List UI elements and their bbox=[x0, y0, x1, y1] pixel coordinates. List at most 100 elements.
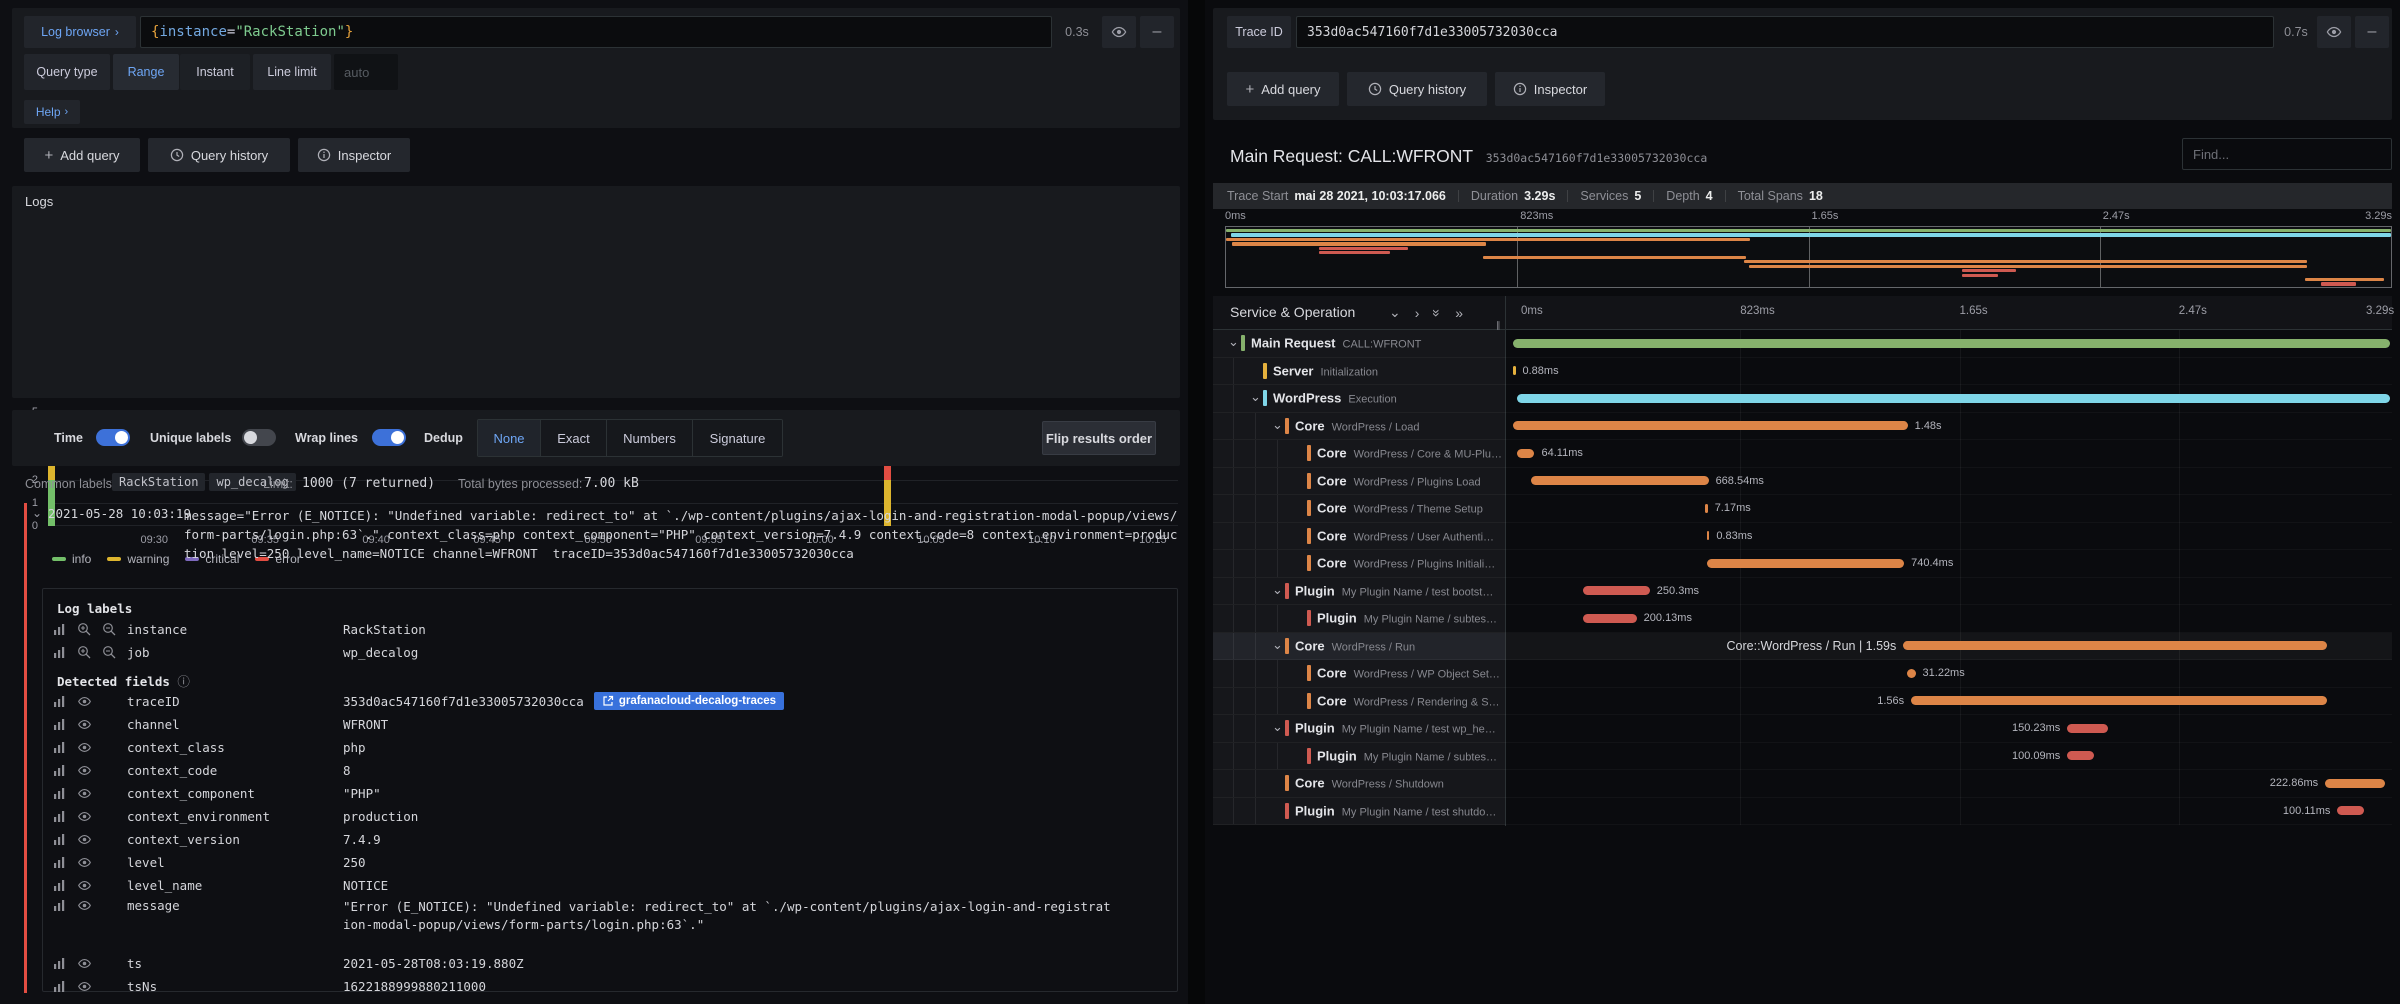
span-row[interactable]: Plugin My Plugin Name / subtes… 100.09ms bbox=[1213, 742, 2392, 770]
span-duration-bar[interactable] bbox=[2067, 751, 2094, 761]
span-name-cell[interactable]: ⌄ WordPress Execution bbox=[1213, 385, 1505, 413]
span-name-cell[interactable]: ⌄ Plugin My Plugin Name / test bootst… bbox=[1213, 577, 1505, 605]
span-duration-bar[interactable] bbox=[2337, 806, 2365, 816]
span-duration-bar[interactable] bbox=[2067, 723, 2108, 733]
span-timeline-cell[interactable]: 740.4ms bbox=[1505, 550, 2392, 578]
span-name-cell[interactable]: Core WordPress / User Authenti… bbox=[1213, 522, 1505, 550]
span-duration-bar[interactable] bbox=[1906, 668, 1916, 678]
span-row[interactable]: Plugin My Plugin Name / test shutdo… 100.1… bbox=[1213, 797, 2392, 825]
span-duration-bar[interactable] bbox=[1583, 586, 1650, 596]
filter-out-value-icon[interactable] bbox=[102, 622, 116, 636]
derived-field-trace-link[interactable]: grafanacloud-decalog-traces bbox=[593, 692, 785, 710]
stats-icon[interactable] bbox=[53, 856, 66, 869]
span-duration-bar[interactable] bbox=[1583, 613, 1637, 623]
span-row[interactable]: ⌄ Core WordPress / Run Core::WordPress / Ru… bbox=[1213, 632, 2392, 660]
span-row[interactable]: Core WordPress / Rendering & S… 1.56s bbox=[1213, 687, 2392, 716]
span-timeline-cell[interactable]: 1.56s bbox=[1505, 688, 2392, 716]
filter-for-value-icon[interactable] bbox=[77, 622, 91, 636]
span-duration-bar[interactable] bbox=[1911, 696, 2327, 706]
span-timeline-cell[interactable]: 64.11ms bbox=[1505, 440, 2392, 468]
stats-icon[interactable] bbox=[53, 764, 66, 777]
span-name-cell[interactable]: ⌄ Core WordPress / Run bbox=[1213, 632, 1505, 660]
span-name-cell[interactable]: Core WordPress / WP Object Set… bbox=[1213, 660, 1505, 688]
query-type-range[interactable]: Range bbox=[113, 54, 179, 90]
span-name-cell[interactable]: Core WordPress / Plugins Initiali… bbox=[1213, 550, 1505, 578]
span-name-cell[interactable]: Core WordPress / Theme Setup bbox=[1213, 495, 1505, 523]
span-name-cell[interactable]: ⌄ Plugin My Plugin Name / test wp_he… bbox=[1213, 715, 1505, 743]
span-duration-bar[interactable] bbox=[1517, 448, 1535, 458]
span-timeline-cell[interactable]: 7.17ms bbox=[1505, 495, 2392, 523]
hide-response-button[interactable] bbox=[1102, 16, 1136, 48]
span-row[interactable]: ⌄ WordPress Execution bbox=[1213, 385, 2392, 413]
span-row[interactable]: ⌄ Core WordPress / Load 1.48s bbox=[1213, 412, 2392, 441]
span-row[interactable]: Core WordPress / Plugins Initiali… 740.4ms bbox=[1213, 550, 2392, 578]
line-limit-input[interactable]: auto bbox=[334, 54, 398, 90]
show-field-icon[interactable] bbox=[77, 832, 92, 847]
span-collapse-chevron-icon[interactable]: ⌄ bbox=[1228, 335, 1239, 348]
span-name-cell[interactable]: Plugin My Plugin Name / subtes… bbox=[1213, 742, 1505, 770]
span-duration-bar[interactable] bbox=[1513, 366, 1516, 376]
expand-one-chevron-right-icon[interactable]: › bbox=[1415, 305, 1420, 321]
show-field-icon[interactable] bbox=[77, 979, 92, 994]
span-row[interactable]: Core WordPress / Shutdown 222.86ms bbox=[1213, 770, 2392, 798]
log-row-collapse-chevron-icon[interactable]: ⌄ bbox=[32, 506, 42, 520]
span-timeline-cell[interactable]: 0.83ms bbox=[1505, 523, 2392, 551]
span-row[interactable]: Core WordPress / Theme Setup 7.17ms bbox=[1213, 495, 2392, 523]
span-timeline-cell[interactable]: 1.48s bbox=[1505, 413, 2392, 441]
span-row[interactable]: ⌄ Plugin My Plugin Name / test bootst… 250.… bbox=[1213, 577, 2392, 606]
show-field-icon[interactable] bbox=[77, 878, 92, 893]
show-field-icon[interactable] bbox=[77, 956, 92, 971]
show-field-icon[interactable] bbox=[77, 898, 92, 913]
expand-all-double-chevron-icon[interactable]: » bbox=[1455, 305, 1463, 321]
span-duration-bar[interactable] bbox=[1513, 338, 2390, 348]
add-query-button[interactable]: + Add query bbox=[1227, 72, 1339, 106]
span-collapse-chevron-icon[interactable]: ⌄ bbox=[1272, 418, 1283, 431]
span-name-cell[interactable]: Server Initialization bbox=[1213, 357, 1505, 385]
collapse-one-chevron-down-icon[interactable]: ⌄ bbox=[1389, 304, 1401, 321]
span-timeline-cell[interactable]: 222.86ms bbox=[1505, 770, 2392, 798]
span-name-cell[interactable]: Core WordPress / Plugins Load bbox=[1213, 467, 1505, 495]
show-field-icon[interactable] bbox=[77, 763, 92, 778]
inspector-button[interactable]: Inspector bbox=[298, 138, 410, 172]
show-field-icon[interactable] bbox=[77, 855, 92, 870]
span-duration-bar[interactable] bbox=[2325, 778, 2385, 788]
show-field-icon[interactable] bbox=[77, 694, 92, 709]
span-row[interactable]: Server Initialization 0.88ms bbox=[1213, 357, 2392, 385]
span-row[interactable]: ⌄ Plugin My Plugin Name / test wp_he… 150.2… bbox=[1213, 715, 2392, 743]
trace-minimap[interactable] bbox=[1225, 226, 2392, 288]
span-row[interactable]: Core WordPress / Plugins Load 668.54ms bbox=[1213, 467, 2392, 495]
span-timeline-cell[interactable]: 200.13ms bbox=[1505, 605, 2392, 633]
filter-for-value-icon[interactable] bbox=[77, 645, 91, 659]
span-duration-bar[interactable] bbox=[1706, 531, 1710, 541]
span-name-cell[interactable]: Plugin My Plugin Name / subtes… bbox=[1213, 605, 1505, 633]
stats-icon[interactable] bbox=[53, 899, 66, 912]
show-field-icon[interactable] bbox=[77, 740, 92, 755]
stats-icon[interactable] bbox=[53, 741, 66, 754]
span-duration-bar[interactable] bbox=[1903, 641, 2327, 651]
logql-query-input[interactable]: {instance = "RackStation"} bbox=[140, 16, 1052, 48]
dedup-option-signature[interactable]: Signature bbox=[692, 420, 782, 456]
span-collapse-chevron-icon[interactable]: ⌄ bbox=[1272, 583, 1283, 596]
span-duration-bar[interactable] bbox=[1513, 421, 1908, 431]
hide-response-button[interactable] bbox=[2317, 16, 2351, 48]
query-type-instant[interactable]: Instant bbox=[180, 54, 250, 90]
legend-item-info[interactable]: info bbox=[52, 552, 91, 566]
stats-icon[interactable] bbox=[53, 718, 66, 731]
span-row[interactable]: Core WordPress / Core & MU-Plu… 64.11ms bbox=[1213, 440, 2392, 468]
span-collapse-chevron-icon[interactable]: ⌄ bbox=[1272, 638, 1283, 651]
span-row[interactable]: Core WordPress / WP Object Set… 31.22ms bbox=[1213, 660, 2392, 688]
span-timeline-cell[interactable]: 150.23ms bbox=[1505, 715, 2392, 743]
span-timeline-cell[interactable]: 250.3ms bbox=[1505, 578, 2392, 606]
dedup-option-numbers[interactable]: Numbers bbox=[606, 420, 692, 456]
collapse-all-double-chevron-icon[interactable]: » bbox=[1429, 309, 1445, 317]
stats-icon[interactable] bbox=[53, 980, 66, 993]
span-duration-bar[interactable] bbox=[1705, 503, 1708, 513]
span-collapse-chevron-icon[interactable]: ⌄ bbox=[1272, 720, 1283, 733]
span-collapse-chevron-icon[interactable]: ⌄ bbox=[1250, 390, 1261, 403]
show-field-icon[interactable] bbox=[77, 717, 92, 732]
external-link-icon[interactable] bbox=[602, 695, 614, 707]
dedup-option-none[interactable]: None bbox=[478, 420, 540, 456]
add-query-button[interactable]: + Add query bbox=[24, 138, 140, 172]
span-row[interactable]: Core WordPress / User Authenti… 0.83ms bbox=[1213, 522, 2392, 551]
show-field-icon[interactable] bbox=[77, 809, 92, 824]
